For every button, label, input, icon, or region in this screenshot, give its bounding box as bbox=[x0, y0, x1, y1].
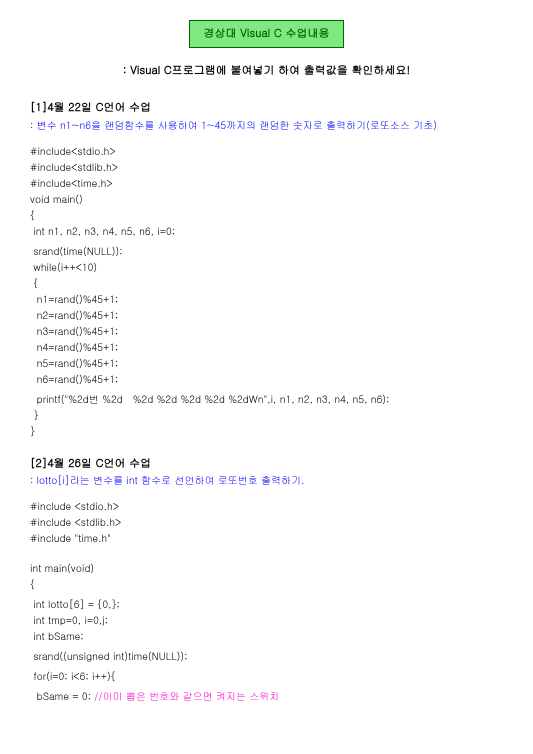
section2-code: #include <stdio.h> #include <stdlib.h> #… bbox=[30, 498, 503, 704]
code-line: #include <stdio.h> bbox=[30, 498, 503, 514]
code-line: bSame = 0; //이미 뽑은 번호와 같으면 켜지는 스위치 bbox=[30, 688, 503, 704]
code-line: n3=rand()%45+1; bbox=[30, 323, 503, 339]
code-line: int bSame; bbox=[30, 628, 503, 644]
code-line: n4=rand()%45+1; bbox=[30, 339, 503, 355]
code-line: { bbox=[30, 576, 503, 592]
code-line: for(i=0; i<6; i++){ bbox=[30, 668, 503, 684]
code-line: #include "time.h" bbox=[30, 530, 503, 546]
code-line: while(i++<10) bbox=[30, 259, 503, 275]
code-line: srand(time(NULL)); bbox=[30, 243, 503, 259]
code-line: n2=rand()%45+1; bbox=[30, 307, 503, 323]
page-title-box: 경상대 Visual C 수업내용 bbox=[189, 20, 345, 48]
section1-heading: [1]4월 22일 C언어 수업 bbox=[30, 99, 503, 117]
code-line: n1=rand()%45+1; bbox=[30, 291, 503, 307]
page-title: 경상대 Visual C 수업내용 bbox=[204, 26, 330, 41]
code-line: int n1, n2, n3, n4, n5, n6, i=0; bbox=[30, 223, 503, 239]
code-line: int main(void) bbox=[30, 560, 503, 576]
code-line: int lotto[6] = {0,}; bbox=[30, 596, 503, 612]
code-line: int tmp=0, i=0,j; bbox=[30, 612, 503, 628]
code-line: { bbox=[30, 275, 503, 291]
code-line: srand((unsigned int)time(NULL)); bbox=[30, 648, 503, 664]
code-line: } bbox=[30, 423, 503, 439]
code-line: void main() bbox=[30, 191, 503, 207]
code-line: { bbox=[30, 207, 503, 223]
section1-desc: : 변수 n1~n6을 랜덤함수를 사용하여 1~45까지의 랜덤한 숫자로 출… bbox=[30, 117, 503, 133]
code-line: n5=rand()%45+1; bbox=[30, 355, 503, 371]
code-line: #include<stdio.h> bbox=[30, 143, 503, 159]
section2-desc: : lotto[i]라는 변수를 int 함수로 선언하여 로또번호 출력하기. bbox=[30, 472, 503, 488]
code-comment: //이미 뽑은 번호와 같으면 켜지는 스위치 bbox=[94, 689, 279, 703]
code-text: bSame = 0; bbox=[30, 689, 94, 703]
section1-code: #include<stdio.h> #include<stdlib.h> #in… bbox=[30, 143, 503, 439]
code-line: #include <stdlib.h> bbox=[30, 514, 503, 530]
code-line: } bbox=[30, 407, 503, 423]
code-line: n6=rand()%45+1; bbox=[30, 371, 503, 387]
code-line: #include<stdlib.h> bbox=[30, 159, 503, 175]
code-line: printf("%2d번 %2d %2d %2d %2d %2d %2dWn",… bbox=[30, 391, 503, 407]
section2-heading: [2]4월 26일 C언어 수업 bbox=[30, 455, 503, 473]
subtitle: : Visual C프로그램에 붙여넣기 하여 출력값을 확인하세요! bbox=[30, 62, 503, 80]
code-line: #include<time.h> bbox=[30, 175, 503, 191]
